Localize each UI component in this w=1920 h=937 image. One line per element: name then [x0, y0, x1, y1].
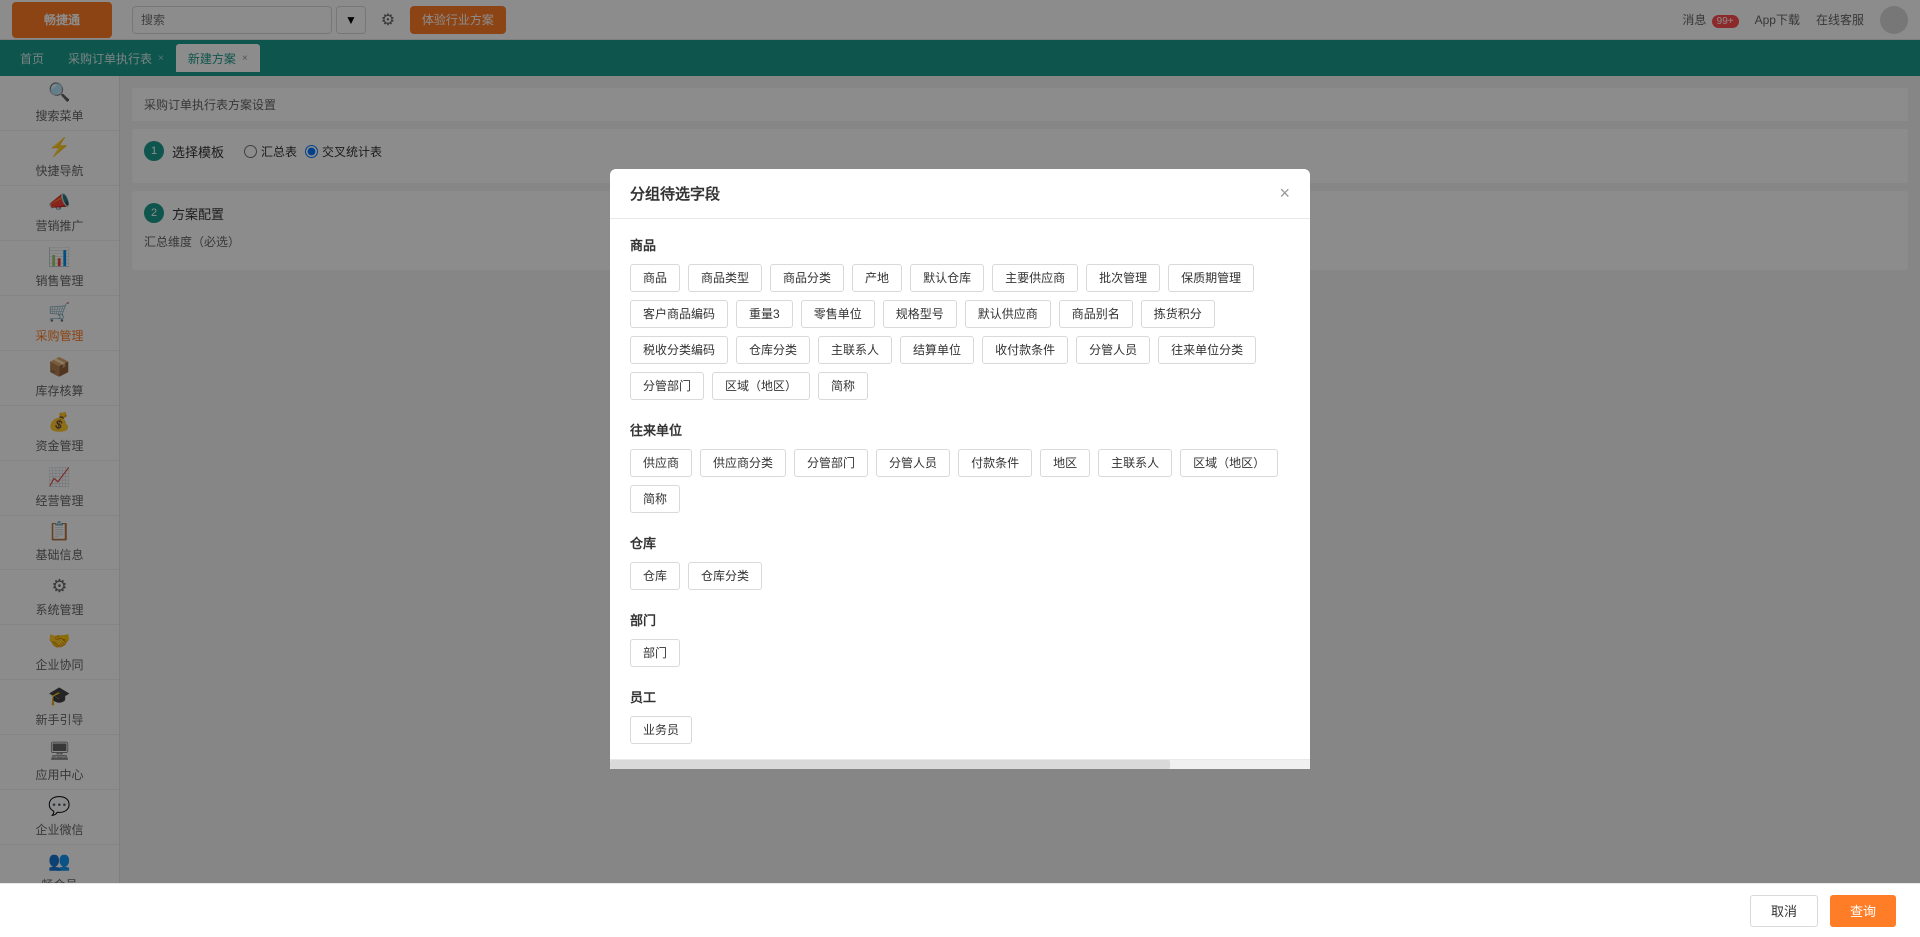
- field-tag[interactable]: 结算单位: [900, 336, 974, 364]
- field-tag[interactable]: 区域（地区）: [712, 372, 810, 400]
- field-tag[interactable]: 分管人员: [876, 449, 950, 477]
- field-tag[interactable]: 仓库分类: [736, 336, 810, 364]
- field-tag[interactable]: 商品: [630, 264, 680, 292]
- field-tag[interactable]: 分管部门: [794, 449, 868, 477]
- field-tag[interactable]: 简称: [630, 485, 680, 513]
- field-tag[interactable]: 默认仓库: [910, 264, 984, 292]
- field-tag[interactable]: 仓库: [630, 562, 680, 590]
- field-tag[interactable]: 往来单位分类: [1158, 336, 1256, 364]
- field-tag[interactable]: 重量3: [736, 300, 793, 328]
- field-tag[interactable]: 供应商分类: [700, 449, 786, 477]
- field-tag[interactable]: 零售单位: [801, 300, 875, 328]
- field-tag[interactable]: 分管人员: [1076, 336, 1150, 364]
- field-tag[interactable]: 供应商: [630, 449, 692, 477]
- field-tag[interactable]: 保质期管理: [1168, 264, 1254, 292]
- modal-close-icon[interactable]: ×: [1279, 183, 1290, 204]
- field-tag[interactable]: 商品类型: [688, 264, 762, 292]
- confirm-button[interactable]: 查询: [1830, 895, 1896, 927]
- cancel-button[interactable]: 取消: [1750, 895, 1818, 927]
- field-tag[interactable]: 商品别名: [1059, 300, 1133, 328]
- section-employee: 员工 业务员: [630, 687, 1290, 744]
- modal-footer: 取消 查询: [0, 883, 1920, 937]
- field-tag[interactable]: 分管部门: [630, 372, 704, 400]
- field-tag[interactable]: 简称: [818, 372, 868, 400]
- section-employee-title: 员工: [630, 687, 1290, 706]
- field-tag[interactable]: 付款条件: [958, 449, 1032, 477]
- horizontal-scroll-thumb: [610, 760, 1170, 769]
- field-tag[interactable]: 默认供应商: [965, 300, 1051, 328]
- modal-horizontal-scrollbar[interactable]: [610, 759, 1310, 769]
- field-select-modal: 分组待选字段 × 商品 商品 商品类型 商品分类 产地 默认仓库 主要供应商 批…: [610, 169, 1310, 769]
- modal-overlay: 分组待选字段 × 商品 商品 商品类型 商品分类 产地 默认仓库 主要供应商 批…: [0, 0, 1920, 937]
- modal-body[interactable]: 商品 商品 商品类型 商品分类 产地 默认仓库 主要供应商 批次管理 保质期管理…: [610, 219, 1310, 759]
- field-tag[interactable]: 客户商品编码: [630, 300, 728, 328]
- goods-field-tags: 商品 商品类型 商品分类 产地 默认仓库 主要供应商 批次管理 保质期管理 客户…: [630, 264, 1290, 400]
- field-tag[interactable]: 拣货积分: [1141, 300, 1215, 328]
- field-tag[interactable]: 主要供应商: [992, 264, 1078, 292]
- section-department: 部门 部门: [630, 610, 1290, 667]
- field-tag[interactable]: 业务员: [630, 716, 692, 744]
- department-field-tags: 部门: [630, 639, 1290, 667]
- section-warehouse-title: 仓库: [630, 533, 1290, 552]
- warehouse-field-tags: 仓库 仓库分类: [630, 562, 1290, 590]
- field-tag[interactable]: 批次管理: [1086, 264, 1160, 292]
- section-partner-title: 往来单位: [630, 420, 1290, 439]
- section-department-title: 部门: [630, 610, 1290, 629]
- employee-field-tags: 业务员: [630, 716, 1290, 744]
- field-tag[interactable]: 税收分类编码: [630, 336, 728, 364]
- partner-field-tags: 供应商 供应商分类 分管部门 分管人员 付款条件 地区 主联系人 区域（地区） …: [630, 449, 1290, 513]
- section-warehouse: 仓库 仓库 仓库分类: [630, 533, 1290, 590]
- field-tag[interactable]: 区域（地区）: [1180, 449, 1278, 477]
- modal-header: 分组待选字段 ×: [610, 169, 1310, 219]
- field-tag[interactable]: 主联系人: [1098, 449, 1172, 477]
- field-tag[interactable]: 产地: [852, 264, 902, 292]
- field-tag[interactable]: 仓库分类: [688, 562, 762, 590]
- field-tag[interactable]: 主联系人: [818, 336, 892, 364]
- section-partner: 往来单位 供应商 供应商分类 分管部门 分管人员 付款条件 地区 主联系人 区域…: [630, 420, 1290, 513]
- field-tag[interactable]: 规格型号: [883, 300, 957, 328]
- section-goods-title: 商品: [630, 235, 1290, 254]
- field-tag[interactable]: 收付款条件: [982, 336, 1068, 364]
- section-goods: 商品 商品 商品类型 商品分类 产地 默认仓库 主要供应商 批次管理 保质期管理…: [630, 235, 1290, 400]
- modal-title: 分组待选字段: [630, 183, 720, 204]
- field-tag[interactable]: 商品分类: [770, 264, 844, 292]
- field-tag[interactable]: 地区: [1040, 449, 1090, 477]
- field-tag[interactable]: 部门: [630, 639, 680, 667]
